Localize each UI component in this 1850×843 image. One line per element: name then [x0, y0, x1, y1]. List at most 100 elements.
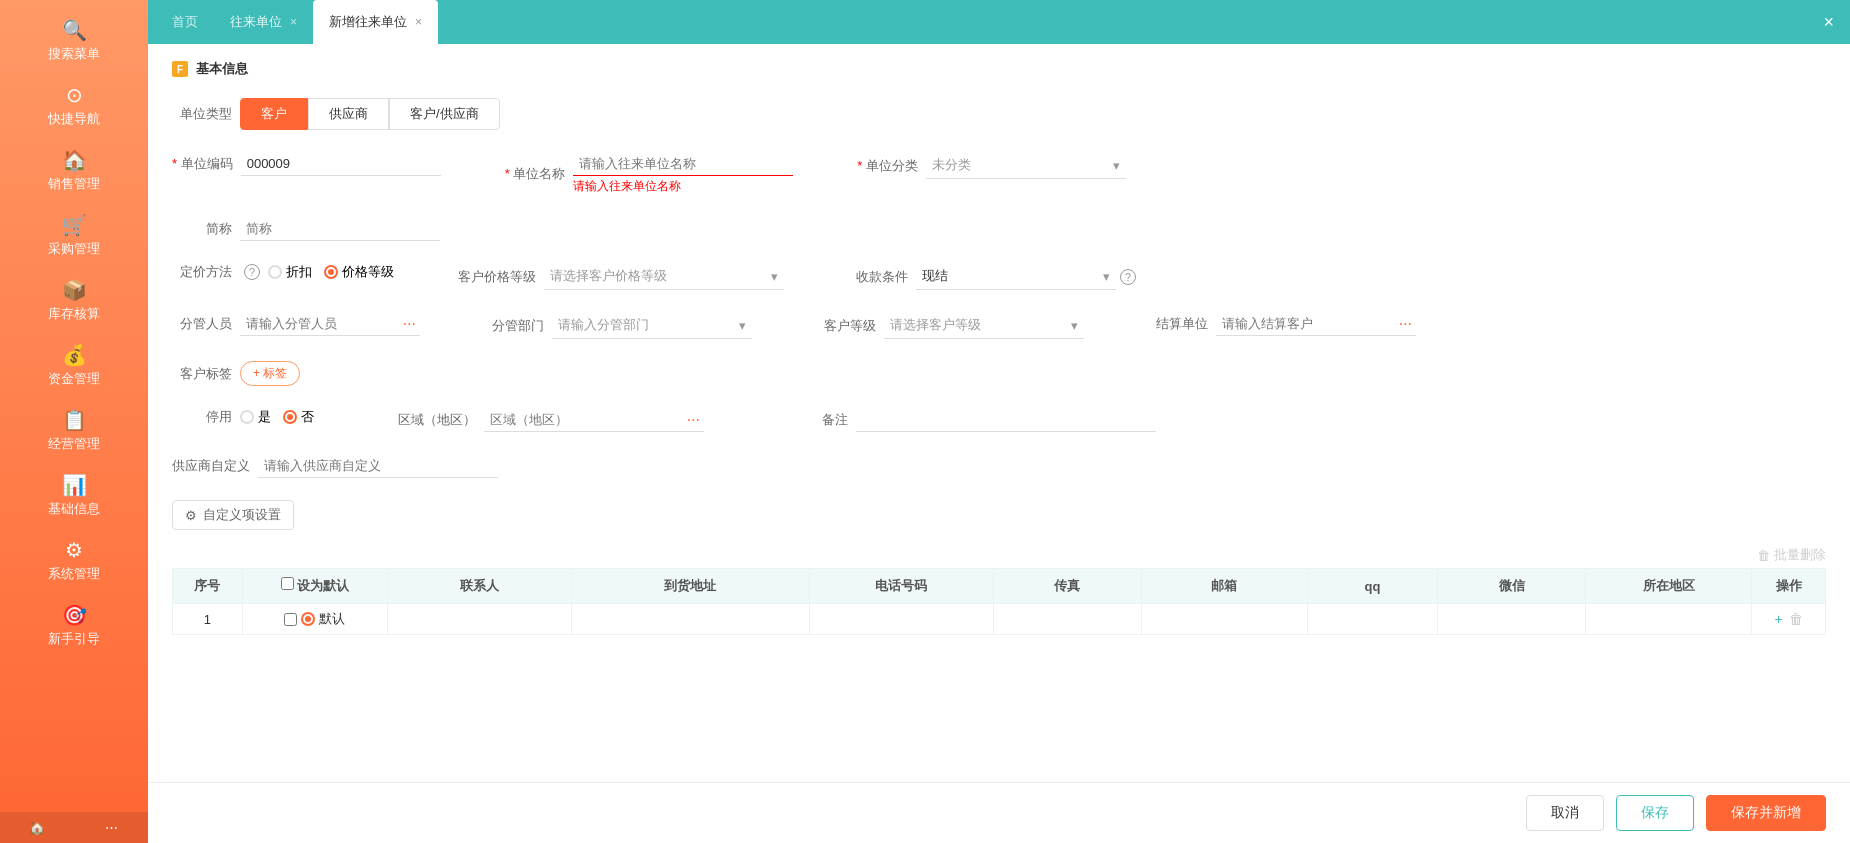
settlement-ellipsis-btn[interactable]: ···	[1395, 315, 1416, 333]
remark-input[interactable]	[856, 408, 1156, 432]
tab-new-contact-close[interactable]: ×	[415, 15, 422, 29]
sidebar-item-system[interactable]: ⚙ 系统管理	[0, 528, 148, 593]
unit-code-input[interactable]	[241, 152, 441, 176]
remark-label: 备注	[788, 411, 848, 429]
sidebar-item-purchase[interactable]: 🛒 采购管理	[0, 203, 148, 268]
unit-category-select[interactable]: 未分类 ▾	[926, 152, 1126, 179]
add-row-button[interactable]: +	[1775, 611, 1783, 627]
window-close-button[interactable]: ×	[1815, 12, 1842, 33]
region-input[interactable]	[484, 408, 683, 431]
cell-contact	[388, 604, 572, 635]
tab-home[interactable]: 首页	[156, 0, 214, 44]
basic-info-icon: 📊	[62, 473, 87, 497]
table-header-bar: 🗑 批量删除	[172, 546, 1826, 564]
customer-price-label: 客户价格等级	[458, 268, 536, 286]
contact-input[interactable]	[435, 612, 525, 627]
sidebar-item-sales[interactable]: 🏠 销售管理	[0, 138, 148, 203]
email-input[interactable]	[1184, 612, 1264, 627]
section-title-text: 基本信息	[196, 60, 248, 78]
chevron-down-icon: ▾	[1113, 158, 1120, 173]
customer-level-select[interactable]: 请选择客户等级 ▾	[884, 312, 1084, 339]
default-radio-option[interactable]: 默认	[301, 610, 345, 628]
customer-price-group: 客户价格等级 请选择客户价格等级 ▾	[458, 263, 784, 290]
row-checkbox[interactable]	[284, 613, 297, 626]
short-name-row: 简称	[172, 217, 1826, 245]
tab-contacts[interactable]: 往来单位 ×	[214, 0, 313, 44]
sidebar-item-guide[interactable]: 🎯 新手引导	[0, 593, 148, 658]
batch-delete-label: 批量删除	[1774, 546, 1826, 564]
tags-row: 客户标签 + 标签	[172, 361, 1826, 390]
sidebar-item-label: 库存核算	[48, 305, 100, 323]
short-name-group: 简称	[172, 217, 440, 241]
pricing-help-icon[interactable]: ?	[244, 264, 260, 280]
tab-new-contact[interactable]: 新增往来单位 ×	[313, 0, 438, 44]
short-name-input[interactable]	[240, 217, 440, 241]
region-group: 区域（地区） ···	[398, 408, 704, 432]
sidebar-item-search[interactable]: 🔍 搜索菜单	[0, 8, 148, 73]
select-all-checkbox[interactable]	[281, 577, 294, 590]
wechat-input[interactable]	[1477, 612, 1547, 627]
pricing-method-label: 定价方法	[172, 263, 232, 281]
unit-type-buttons: 客户 供应商 客户/供应商	[240, 98, 500, 130]
type-btn-customer[interactable]: 客户	[240, 98, 308, 130]
type-btn-both[interactable]: 客户/供应商	[389, 98, 500, 130]
pricing-discount-option[interactable]: 折扣	[268, 263, 312, 281]
type-btn-supplier[interactable]: 供应商	[308, 98, 389, 130]
sidebar-item-basic-info[interactable]: 📊 基础信息	[0, 463, 148, 528]
payment-help-icon[interactable]: ?	[1120, 269, 1136, 285]
sidebar-item-finance[interactable]: 💰 资金管理	[0, 333, 148, 398]
add-tag-button[interactable]: + 标签	[240, 361, 300, 386]
content-area: F 基本信息 单位类型 客户 供应商 客户/供应商 单位编码 单位名称	[148, 44, 1850, 782]
disabled-label: 停用	[172, 408, 232, 426]
sidebar-more-btn[interactable]: ⋯	[74, 812, 148, 843]
sidebar-item-inventory[interactable]: 📦 库存核算	[0, 268, 148, 333]
operations-icon: 📋	[62, 408, 87, 432]
table-header: 序号 设为默认 联系人 到货地址 电话号码 传真 邮箱 qq 微信 所在地区 操…	[173, 569, 1826, 604]
manager-input[interactable]	[240, 312, 399, 335]
tab-contacts-close[interactable]: ×	[290, 15, 297, 29]
disabled-no-option[interactable]: 否	[283, 408, 314, 426]
inventory-icon: 📦	[62, 278, 87, 302]
delete-row-button[interactable]: 🗑	[1789, 611, 1803, 627]
cancel-button[interactable]: 取消	[1526, 795, 1604, 831]
tab-new-contact-label: 新增往来单位	[329, 13, 407, 31]
table-header-row: 序号 设为默认 联系人 到货地址 电话号码 传真 邮箱 qq 微信 所在地区 操…	[173, 569, 1826, 604]
more-icon: ⋯	[105, 820, 118, 835]
batch-delete-button[interactable]: 🗑 批量删除	[1757, 546, 1826, 564]
supplier-custom-input[interactable]	[258, 454, 498, 478]
sidebar-item-quick-nav[interactable]: ⊙ 快捷导航	[0, 73, 148, 138]
region-ellipsis-btn[interactable]: ···	[683, 411, 704, 429]
sidebar-item-label: 采购管理	[48, 240, 100, 258]
custom-settings-button[interactable]: ⚙ 自定义项设置	[172, 500, 294, 530]
customer-price-select[interactable]: 请选择客户价格等级 ▾	[544, 263, 784, 290]
unit-name-input[interactable]	[573, 152, 793, 176]
address-input[interactable]	[630, 612, 750, 627]
unit-category-value: 未分类	[932, 156, 971, 174]
manager-ellipsis-btn[interactable]: ···	[399, 315, 420, 333]
save-new-button[interactable]: 保存并新增	[1706, 795, 1826, 831]
quick-nav-icon: ⊙	[66, 83, 83, 107]
department-select[interactable]: 请输入分管部门 ▾	[552, 312, 752, 339]
custom-settings-label: 自定义项设置	[203, 506, 281, 524]
sidebar-item-operations[interactable]: 📋 经营管理	[0, 398, 148, 463]
settlement-input[interactable]	[1216, 312, 1395, 335]
settlement-input-wrapper: ···	[1216, 312, 1416, 336]
col-phone: 电话号码	[809, 569, 993, 604]
unit-category-group: 单位分类 未分类 ▾	[857, 152, 1126, 179]
region-input-wrapper: ···	[484, 408, 704, 432]
footer-bar: 取消 保存 保存并新增	[148, 782, 1850, 843]
sidebar-item-label: 新手引导	[48, 630, 100, 648]
qq-input[interactable]	[1342, 612, 1402, 627]
pricing-radio-group: 折扣 价格等级	[268, 263, 394, 281]
save-button[interactable]: 保存	[1616, 795, 1694, 831]
disabled-yes-option[interactable]: 是	[240, 408, 271, 426]
sidebar-home-btn[interactable]: 🏠	[0, 812, 74, 843]
phone-input[interactable]	[856, 612, 946, 627]
region-cell-input[interactable]	[1629, 612, 1709, 627]
fax-input[interactable]	[1032, 612, 1102, 627]
pricing-level-option[interactable]: 价格等级	[324, 263, 394, 281]
col-email: 邮箱	[1141, 569, 1307, 604]
chevron-down-icon: ▾	[739, 318, 746, 333]
cell-seq: 1	[173, 604, 243, 635]
payment-terms-select[interactable]: 现结 ▾	[916, 263, 1116, 290]
